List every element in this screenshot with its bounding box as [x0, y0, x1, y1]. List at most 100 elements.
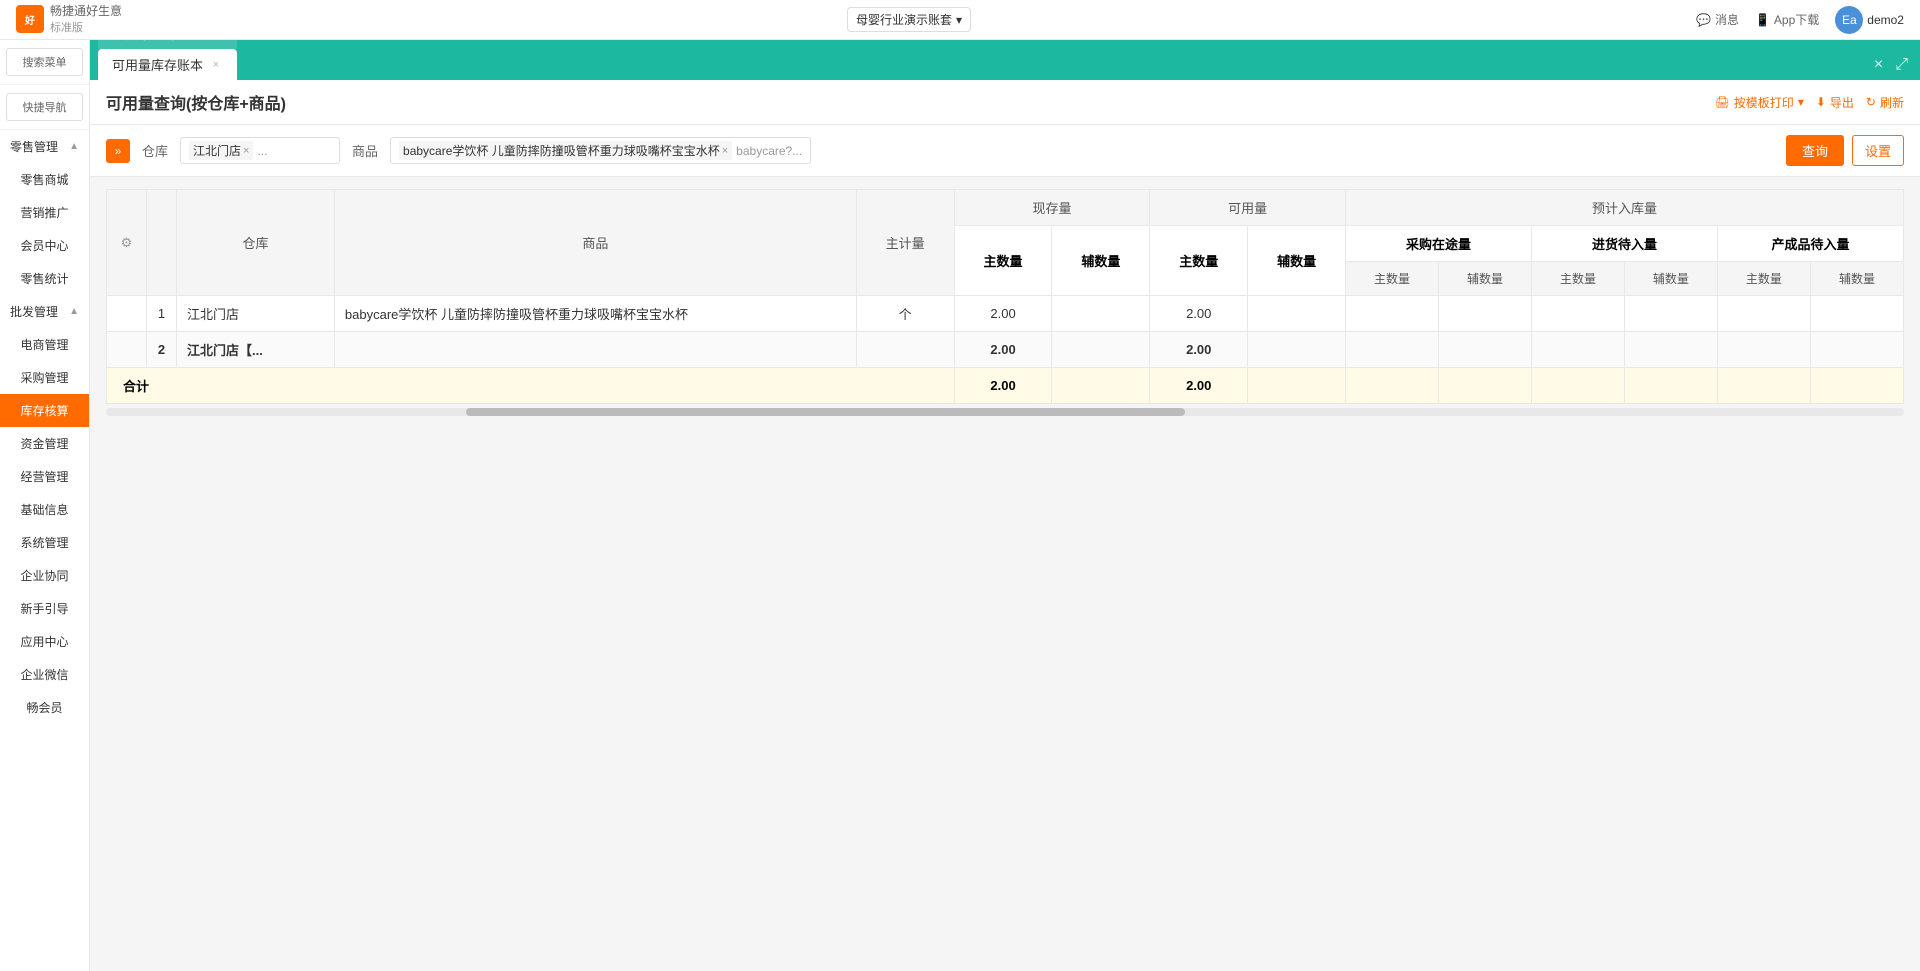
filter-area: » 仓库 江北门店 × ... 商品 babycare学饮杯 儿童防摔防撞吸管杯…: [90, 125, 1920, 177]
row-settings: [107, 296, 147, 332]
sidebar-item-retail-stats[interactable]: 零售统计: [0, 262, 89, 295]
row-warehouse: 江北门店【...: [177, 332, 335, 368]
product-filter-tags[interactable]: babycare学饮杯 儿童防摔防撞吸管杯重力球吸嘴杯宝宝水杯 × babyca…: [390, 137, 811, 164]
warehouse-tag-close[interactable]: ×: [243, 145, 249, 157]
export-button[interactable]: ⬇ 导出: [1816, 94, 1854, 111]
app-download-label: App下载: [1774, 11, 1819, 28]
header-left: 好 畅捷通好生意 标准版: [16, 4, 122, 34]
sidebar-item-basic-info[interactable]: 基础信息: [0, 493, 89, 526]
main-layout: 搜索菜单 快捷导航 零售管理 ▲ 零售商城营销推广会员中心零售统计批发管理▲电商管理…: [0, 40, 1920, 971]
row-index: 2: [147, 332, 177, 368]
total-label: 合计: [107, 368, 955, 404]
scrollbar-thumb[interactable]: [466, 408, 1185, 416]
total-product-pending-qty: [1717, 368, 1810, 404]
unit-col-header: 主计量: [856, 190, 954, 296]
export-icon: ⬇: [1816, 95, 1826, 109]
sidebar-item-label: 经营管理: [20, 468, 68, 485]
message-button[interactable]: 💬 消息: [1696, 11, 1739, 28]
filter-actions: 查询 设置: [1786, 135, 1904, 166]
app-download-button[interactable]: 📱 App下载: [1755, 11, 1819, 28]
sidebar-item-operations[interactable]: 经营管理: [0, 460, 89, 493]
expand-icon: ▲: [69, 306, 79, 317]
warehouse-tag-jiangbei: 江北门店 ×: [189, 141, 253, 160]
sidebar-item-wholesale-mgmt[interactable]: 批发管理▲: [0, 295, 89, 328]
user-area[interactable]: Ea demo2: [1835, 6, 1904, 34]
industry-label: 母婴行业演示账套: [856, 11, 952, 28]
tab-requisition-stats[interactable]: 要货单统计表 ×: [98, 40, 237, 49]
tab-close-requisition-stats[interactable]: ×: [196, 40, 210, 41]
row-purchase-transit-qty: [1346, 296, 1439, 332]
search-menu-button[interactable]: 搜索菜单: [6, 48, 83, 76]
settings-button[interactable]: 设置: [1852, 135, 1904, 166]
sidebar-item-marketing[interactable]: 营销推广: [0, 196, 89, 229]
warehouse-filter-tags[interactable]: 江北门店 × ...: [180, 137, 340, 164]
sidebar-item-member[interactable]: 会员中心: [0, 229, 89, 262]
expand-icon: ▲: [69, 141, 79, 152]
refresh-button[interactable]: ↻ 刷新: [1866, 94, 1904, 111]
product-tag-close[interactable]: ×: [722, 145, 728, 157]
row-current-qty: 2.00: [954, 332, 1052, 368]
print-button[interactable]: 🖨 按模板打印 ▾: [1715, 94, 1804, 111]
tab-close-available-ledger[interactable]: ×: [209, 58, 223, 72]
sidebar-item-label: 畅会员: [26, 699, 62, 716]
sidebar-item-enterprise[interactable]: 企业协同: [0, 559, 89, 592]
row-settings: [107, 332, 147, 368]
table-settings-icon[interactable]: ⚙: [121, 235, 133, 250]
sidebar-item-retail-mgmt[interactable]: 零售管理 ▲: [0, 130, 89, 163]
tab-available-ledger[interactable]: 可用量库存账本×: [98, 49, 237, 80]
sidebar-item-ecommerce[interactable]: 电商管理: [0, 328, 89, 361]
row-incoming-qty: [1531, 296, 1624, 332]
product-col-header: 商品: [334, 190, 856, 296]
sidebar-item-system[interactable]: 系统管理: [0, 526, 89, 559]
sidebar-item-purchase[interactable]: 采购管理: [0, 361, 89, 394]
row-product-pending-qty: [1717, 332, 1810, 368]
row-current-aux: [1052, 296, 1150, 332]
sidebar-item-enterprise-wechat[interactable]: 企业微信: [0, 658, 89, 691]
user-name: demo2: [1867, 13, 1904, 27]
row-purchase-transit-qty: [1346, 332, 1439, 368]
logo-text-area: 畅捷通好生意 标准版: [50, 4, 122, 34]
top-header: 好 畅捷通好生意 标准版 母婴行业演示账套 ▾ 💬 消息 📱 App下载 Ea …: [0, 0, 1920, 40]
row-product-pending-qty: [1717, 296, 1810, 332]
quick-nav-button[interactable]: 快捷导航: [6, 93, 83, 121]
maximize-button[interactable]: ⤢: [1891, 54, 1912, 76]
sidebar-item-label: 基础信息: [20, 501, 68, 518]
sidebar-item-retail-mall[interactable]: 零售商城: [0, 163, 89, 196]
filter-toggle-button[interactable]: »: [106, 139, 130, 163]
sidebar-item-app-center[interactable]: 应用中心: [0, 625, 89, 658]
sidebar-item-label: 零售管理: [10, 138, 58, 155]
page-content: 可用量查询(按仓库+商品) 🖨 按模板打印 ▾ ⬇ 导出 ↻ 刷新: [90, 80, 1920, 971]
sidebar-item-newbie[interactable]: 新手引导: [0, 592, 89, 625]
sidebar-item-label: 会员中心: [20, 237, 68, 254]
sidebar-item-label: 应用中心: [20, 633, 68, 650]
sidebar-item-label: 零售统计: [20, 270, 68, 287]
download-icon: 📱: [1755, 13, 1770, 27]
row-product: babycare学饮杯 儿童防摔防撞吸管杯重力球吸嘴杯宝宝水杯: [334, 296, 856, 332]
total-incoming-qty: [1531, 368, 1624, 404]
product-tag-babycare: babycare学饮杯 儿童防摔防撞吸管杯重力球吸嘴杯宝宝水杯 ×: [399, 141, 732, 160]
total-current-qty: 2.00: [954, 368, 1052, 404]
tab-label-requisition-stats: 要货单统计表: [112, 40, 190, 43]
product-pending-header: 产成品待入量: [1717, 226, 1903, 262]
product-filter-more[interactable]: babycare?...: [736, 144, 802, 158]
purchase-transit-qty-header: 主数量: [1346, 262, 1439, 296]
close-all-tabs-button[interactable]: ×: [1870, 54, 1887, 76]
row-product-pending-aux: [1810, 296, 1903, 332]
warehouse-filter-more[interactable]: ...: [257, 144, 267, 158]
horizontal-scrollbar[interactable]: [106, 408, 1904, 416]
query-button[interactable]: 查询: [1786, 135, 1844, 166]
row-purchase-transit-aux: [1439, 332, 1532, 368]
industry-selector[interactable]: 母婴行业演示账套 ▾: [847, 7, 971, 32]
sidebar-item-label: 企业协同: [20, 567, 68, 584]
sidebar-nav-area: 快捷导航: [0, 85, 89, 130]
sidebar-item-member2[interactable]: 畅会员: [0, 691, 89, 724]
sidebar-item-finance[interactable]: 资金管理: [0, 427, 89, 460]
sidebar-item-inventory[interactable]: 库存核算: [0, 394, 89, 427]
print-label: 按模板打印: [1734, 94, 1794, 111]
row-current-qty: 2.00: [954, 296, 1052, 332]
row-product-pending-aux: [1810, 332, 1903, 368]
refresh-icon: ↻: [1866, 95, 1876, 109]
row-product: [334, 332, 856, 368]
product-pending-qty-header: 主数量: [1717, 262, 1810, 296]
total-purchase-transit-qty: [1346, 368, 1439, 404]
